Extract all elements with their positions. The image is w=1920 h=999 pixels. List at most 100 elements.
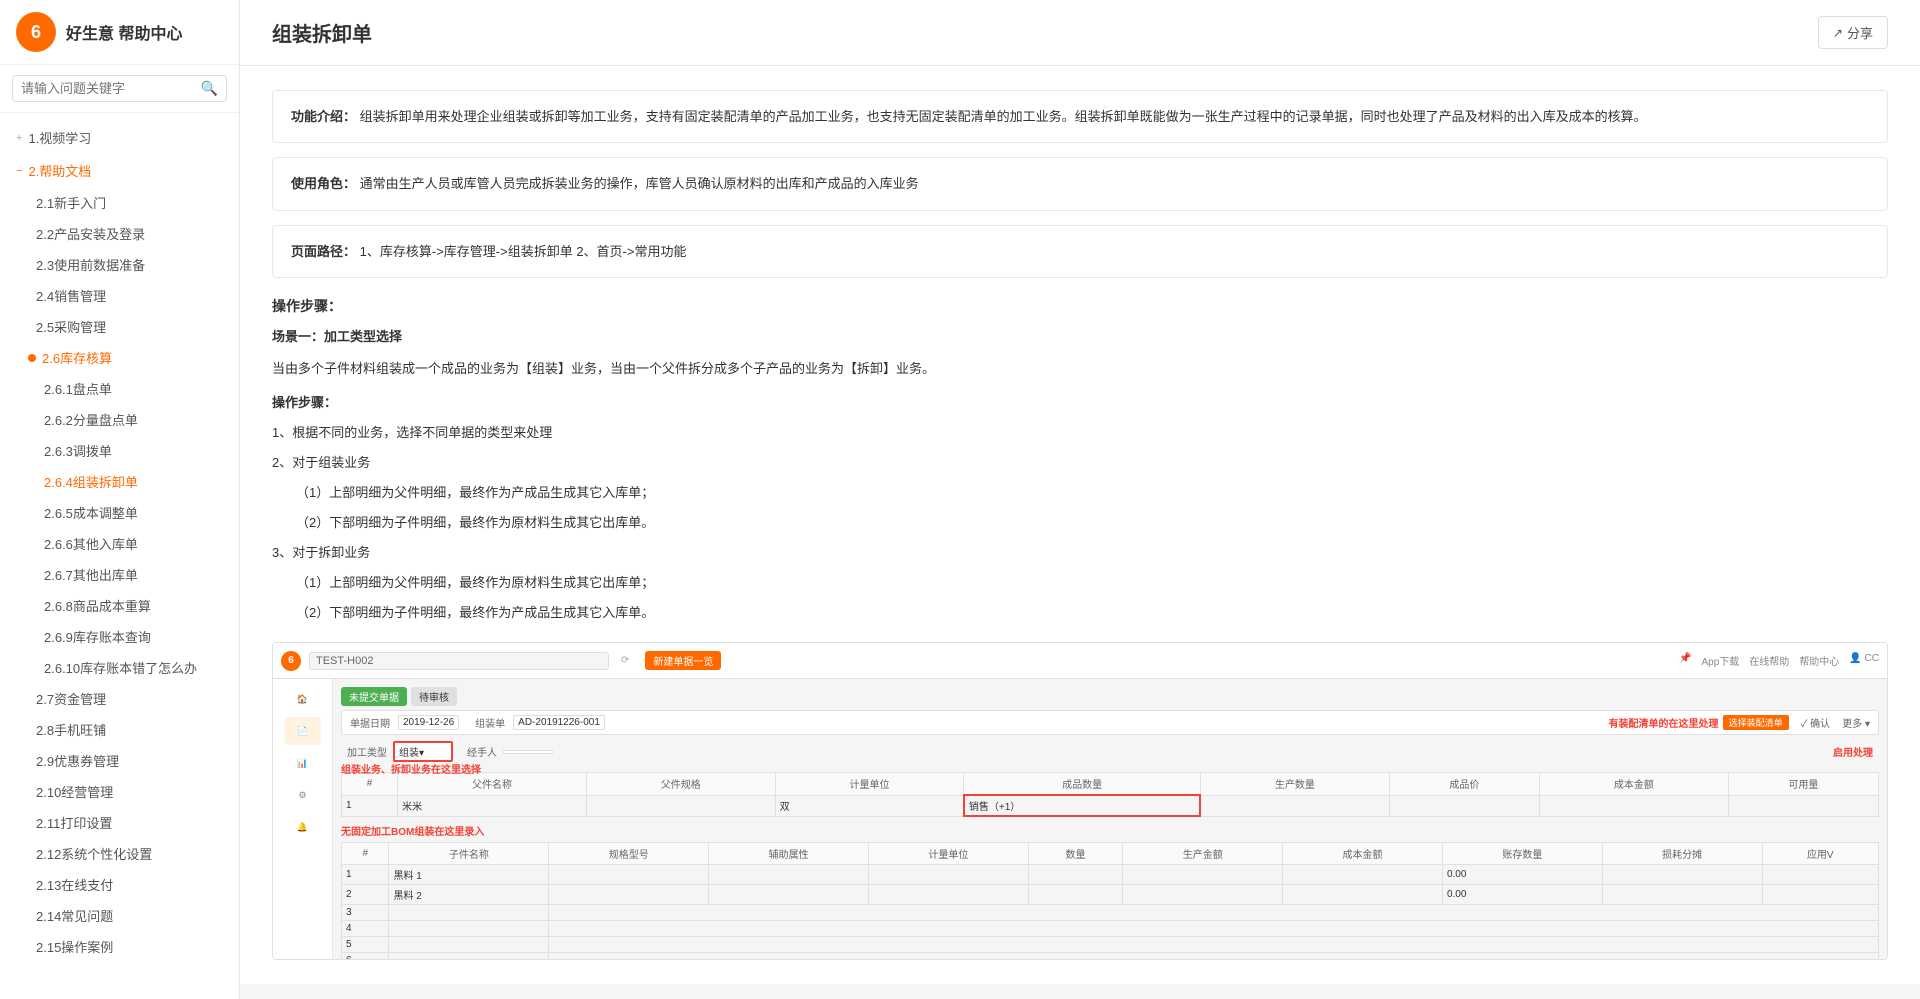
- share-icon: ↗: [1833, 26, 1843, 40]
- sim-header-area: 单据日期 2019-12-26 组装单 AD-20191226-001 有装配清…: [341, 710, 1879, 766]
- sidebar-item-purchase[interactable]: 2.5采购管理: [0, 311, 239, 342]
- sidebar-leaf-cost-adjust[interactable]: 2.6.5成本调整单: [0, 497, 239, 528]
- sim-td-finish-qty: 销售（+1）: [964, 795, 1201, 816]
- steps-label: 操作步骤：: [272, 292, 1888, 320]
- sim-btd-pcost1: [1123, 865, 1283, 885]
- sim-url: TEST-H002: [309, 652, 609, 670]
- sidebar-item-sales[interactable]: 2.4销售管理: [0, 280, 239, 311]
- app-name: 好生意 帮助中心: [66, 20, 182, 44]
- sidebar-item-faq[interactable]: 2.14常见问题: [0, 900, 239, 931]
- path-box: 页面路径： 1、库存核算->库存管理->组装拆卸单 2、首页->常用功能: [272, 225, 1888, 278]
- minus-icon: −: [16, 165, 22, 177]
- sim-dept-input[interactable]: [503, 750, 553, 754]
- sim-btd-5: 5: [342, 937, 389, 953]
- sim-tab-review[interactable]: 待审核: [411, 687, 457, 706]
- sim-td-unit: 双: [775, 795, 964, 816]
- sim-type-annotation: 组装业务、拆卸业务在这里选择: [341, 765, 481, 776]
- sidebar-leaf-account-error[interactable]: 2.6.10库存账本错了怎么办: [0, 652, 239, 683]
- sim-btd-spec1: [549, 865, 709, 885]
- sim-order-val: AD-20191226-001: [513, 715, 605, 730]
- sim-tab-new[interactable]: 未提交单据: [341, 687, 407, 706]
- sim-more-icon: 更多 ▾: [1842, 715, 1870, 730]
- sim-btd-cost1: [1283, 865, 1443, 885]
- sim-nav-home[interactable]: 🏠: [285, 685, 321, 713]
- table-row: 2 黑料 2 0.00: [342, 885, 1879, 905]
- sim-td-price: [1389, 795, 1539, 816]
- sim-new-order-btn[interactable]: 新建单据一览: [645, 651, 721, 670]
- sim-btd-name3: [389, 905, 549, 921]
- sim-bth-prod-cost: 生产金额: [1123, 843, 1283, 865]
- sidebar-item-ops[interactable]: 2.10经营管理: [0, 776, 239, 807]
- content-area: 功能介绍： 组装拆卸单用来处理企业组装或拆卸等加工业务，支持有固定装配清单的产品…: [240, 66, 1920, 984]
- sim-app-icon: App下载: [1702, 653, 1740, 668]
- sidebar-item-docs[interactable]: − 2.帮助文档: [0, 154, 239, 187]
- sidebar-leaf-cost-calc[interactable]: 2.6.8商品成本重算: [0, 590, 239, 621]
- sim-td-prod-qty: [1200, 795, 1389, 816]
- sidebar-leaf-account-check[interactable]: 2.6.9库存账本查询: [0, 621, 239, 652]
- search-box: 🔍: [0, 65, 239, 113]
- sidebar-item-capital[interactable]: 2.7资金管理: [0, 683, 239, 714]
- sim-btd-loss2: [1602, 885, 1762, 905]
- sidebar-leaf-split-stocktake[interactable]: 2.6.2分量盘点单: [0, 404, 239, 435]
- sim-nav-bell[interactable]: 🔔: [285, 813, 321, 841]
- sim-th-finish-qty: 成品数量: [964, 773, 1201, 796]
- sim-nav-doc[interactable]: 📄: [285, 717, 321, 745]
- sim-th-cost: 成本金额: [1539, 773, 1728, 796]
- sidebar-item-print[interactable]: 2.11打印设置: [0, 807, 239, 838]
- sidebar-item-video[interactable]: + 1.视频学习: [0, 121, 239, 154]
- sim-bth-cost: 成本金额: [1283, 843, 1443, 865]
- search-input[interactable]: [21, 81, 201, 96]
- sidebar-item-cases[interactable]: 2.15操作案例: [0, 931, 239, 962]
- sim-th-prod-qty: 生产数量: [1200, 773, 1389, 796]
- sidebar-leaf-assemble[interactable]: 2.6.4组装拆卸单: [0, 466, 239, 497]
- sim-screenshot-content: 6 TEST-H002 ⟳ 新建单据一览 📌 App下载 在线帮助 帮助中心 👤…: [273, 643, 1887, 959]
- sim-order-label: 组装单: [475, 715, 505, 730]
- steps-section: 操作步骤： 场景一：加工类型选择 当由多个子件材料组装成一个成品的业务为【组装】…: [272, 292, 1888, 626]
- sim-right-icons: 📌 App下载 在线帮助 帮助中心 👤 CC: [1679, 653, 1879, 668]
- plus-icon: +: [16, 132, 22, 144]
- sim-help2-icon: 帮助中心: [1799, 653, 1839, 668]
- sim-top-annotation: 有装配清单的在这里处理: [1609, 715, 1719, 730]
- sim-date-label: 单据日期: [350, 715, 390, 730]
- nav-tree: + 1.视频学习 − 2.帮助文档 2.1新手入门 2.2产品安装及登录 2.3…: [0, 113, 239, 999]
- step2-sub1: （1）上部明细为父件明细，最终作为产成品生成其它入库单；: [272, 480, 1888, 506]
- sim-td-avail: [1728, 795, 1878, 816]
- page-title: 组装拆卸单: [272, 18, 372, 47]
- sidebar-item-coupon[interactable]: 2.9优惠券管理: [0, 745, 239, 776]
- sim-btd-name2: 黑料 2: [389, 885, 549, 905]
- sim-th-unit: 计量单位: [775, 773, 964, 796]
- sim-type-row: 加工类型 组装▾ 经手人 组装业务、拆卸业务在这里选择 启用处理: [341, 739, 1879, 766]
- sim-btd-stock1: 0.00: [1442, 865, 1602, 885]
- sim-nav-settings[interactable]: ⚙: [285, 781, 321, 809]
- sidebar-leaf-other-in[interactable]: 2.6.6其他入库单: [0, 528, 239, 559]
- func-intro-label: 功能介绍：: [291, 109, 356, 124]
- sim-btd-name6: [389, 953, 549, 960]
- sim-btd-empty6: [549, 953, 1879, 960]
- sim-btd-spec2: [549, 885, 709, 905]
- step2-sub2: （2）下部明细为子件明细，最终作为原材料生成其它出库单。: [272, 510, 1888, 536]
- sidebar-item-personalize[interactable]: 2.12系统个性化设置: [0, 838, 239, 869]
- sim-btd-3: 3: [342, 905, 389, 921]
- sidebar-item-mobile[interactable]: 2.8手机旺铺: [0, 714, 239, 745]
- sim-bottom-table: # 子件名称 规格型号 辅助属性 计量单位 数量 生产金额 成本金额 账存数量: [341, 842, 1879, 959]
- sidebar-item-data[interactable]: 2.3使用前数据准备: [0, 249, 239, 280]
- sidebar-item-inventory[interactable]: 2.6库存核算: [0, 342, 239, 373]
- path-label: 页面路径：: [291, 244, 356, 259]
- sidebar-leaf-stocktake[interactable]: 2.6.1盘点单: [0, 373, 239, 404]
- sim-btd-empty4: [549, 921, 1879, 937]
- sidebar-item-newcomer[interactable]: 2.1新手入门: [0, 187, 239, 218]
- sidebar-item-online-pay[interactable]: 2.13在线支付: [0, 869, 239, 900]
- role-label: 使用角色：: [291, 176, 356, 191]
- sim-type-select[interactable]: 组装▾: [393, 741, 453, 762]
- sidebar-item-install[interactable]: 2.2产品安装及登录: [0, 218, 239, 249]
- share-button[interactable]: ↗ 分享: [1818, 16, 1888, 49]
- sim-nav-chart[interactable]: 📊: [285, 749, 321, 777]
- sim-btd-attr1: [709, 865, 869, 885]
- sim-select-bom-btn[interactable]: 选择装配清单: [1723, 715, 1789, 730]
- sidebar-leaf-adjust[interactable]: 2.6.3调拨单: [0, 435, 239, 466]
- search-icon[interactable]: 🔍: [201, 80, 218, 97]
- sim-dept-label: 经手人: [467, 744, 497, 759]
- sidebar-leaf-other-out[interactable]: 2.6.7其他出库单: [0, 559, 239, 590]
- sim-user-icon: 👤 CC: [1849, 653, 1879, 668]
- sim-bth-qty: 数量: [1028, 843, 1123, 865]
